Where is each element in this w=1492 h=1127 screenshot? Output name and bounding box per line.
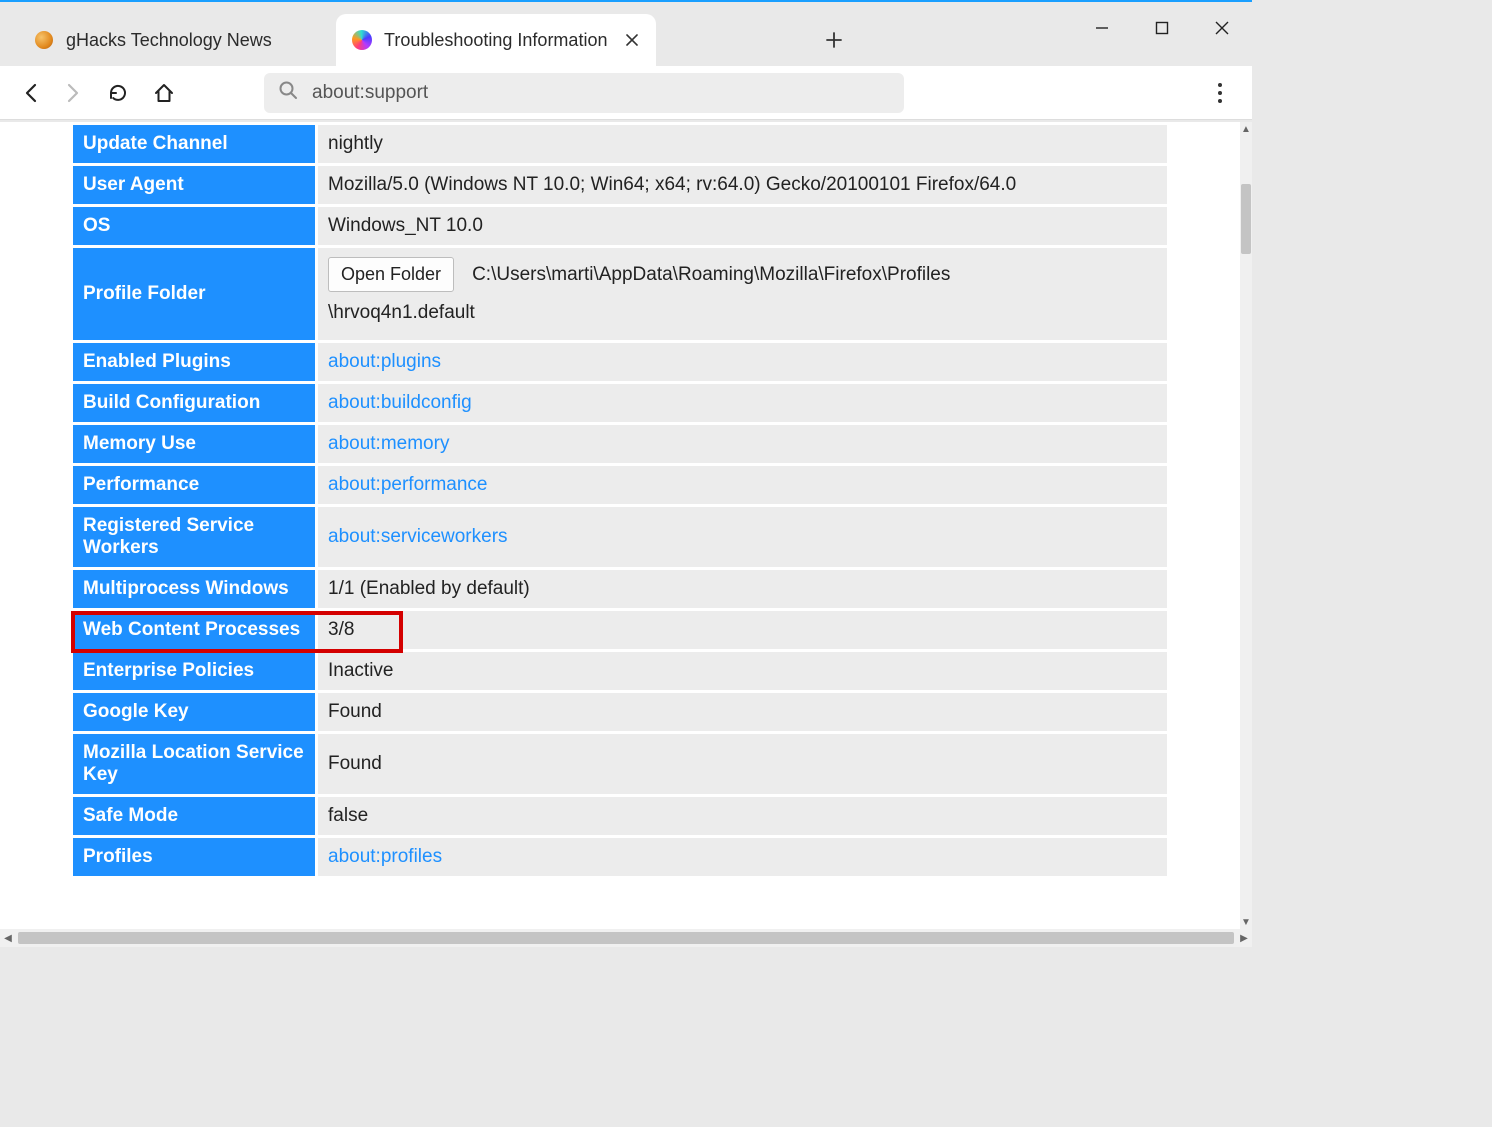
scroll-thumb[interactable] [18, 932, 1234, 944]
profile-path: C:\Users\marti\AppData\Roaming\Mozilla\F… [472, 264, 950, 285]
row-label: OS [73, 207, 315, 245]
profile-path: \hrvoq4n1.default [328, 302, 475, 323]
table-row: Update Channelnightly [73, 125, 1167, 163]
about-link[interactable]: about:serviceworkers [328, 526, 508, 547]
row-label: Profiles [73, 838, 315, 876]
home-button[interactable] [144, 73, 184, 113]
scroll-down-icon[interactable]: ▼ [1240, 915, 1252, 929]
search-icon [278, 80, 298, 105]
row-label: Mozilla Location Service Key [73, 734, 315, 794]
row-label: Memory Use [73, 425, 315, 463]
row-label: User Agent [73, 166, 315, 204]
tab-troubleshooting[interactable]: Troubleshooting Information [336, 14, 656, 66]
window-controls [1072, 2, 1252, 54]
row-label: Web Content Processes [73, 611, 315, 649]
table-row: Mozilla Location Service KeyFound [73, 734, 1167, 794]
open-folder-button[interactable]: Open Folder [328, 257, 454, 292]
table-row: Performance about:performance [73, 466, 1167, 504]
table-row: Web Content Processes3/8 [73, 611, 1167, 649]
titlebar: gHacks Technology News Troubleshooting I… [0, 2, 1252, 66]
minimize-button[interactable] [1072, 5, 1132, 51]
table-row: Enabled Plugins about:plugins [73, 343, 1167, 381]
row-value: about:buildconfig [318, 384, 1167, 422]
about-link[interactable]: about:buildconfig [328, 392, 472, 413]
back-button[interactable] [12, 73, 52, 113]
row-label: Google Key [73, 693, 315, 731]
table-row: Enterprise PoliciesInactive [73, 652, 1167, 690]
row-value: false [318, 797, 1167, 835]
row-label: Enabled Plugins [73, 343, 315, 381]
row-value: about:performance [318, 466, 1167, 504]
table-row: Profiles about:profiles [73, 838, 1167, 876]
row-label: Multiprocess Windows [73, 570, 315, 608]
page-content: Update ChannelnightlyUser AgentMozilla/5… [0, 122, 1240, 929]
maximize-button[interactable] [1132, 5, 1192, 51]
overflow-menu-button[interactable] [1200, 73, 1240, 113]
table-row: Profile Folder Open Folder C:\Users\marti\… [73, 248, 1167, 340]
url-input[interactable] [312, 82, 890, 104]
toolbar [0, 66, 1252, 120]
row-value: about:memory [318, 425, 1167, 463]
table-row: Registered Service Workers about:servicew… [73, 507, 1167, 567]
row-label: Build Configuration [73, 384, 315, 422]
row-value: about:plugins [318, 343, 1167, 381]
row-label: Performance [73, 466, 315, 504]
tab-ghacks[interactable]: gHacks Technology News [18, 14, 328, 66]
ghacks-favicon [34, 30, 54, 50]
table-row: Build Configuration about:buildconfig [73, 384, 1167, 422]
row-value: nightly [318, 125, 1167, 163]
row-value: about:serviceworkers [318, 507, 1167, 567]
row-value: Found [318, 734, 1167, 794]
horizontal-scrollbar[interactable]: ◀ ▶ [0, 929, 1252, 947]
scroll-up-icon[interactable]: ▲ [1240, 122, 1252, 136]
tab-title: gHacks Technology News [66, 30, 314, 51]
row-value: Inactive [318, 652, 1167, 690]
row-label: Safe Mode [73, 797, 315, 835]
table-row: OSWindows_NT 10.0 [73, 207, 1167, 245]
close-window-button[interactable] [1192, 5, 1252, 51]
row-value: 3/8 [318, 611, 1167, 649]
row-value: Found [318, 693, 1167, 731]
row-label: Profile Folder [73, 248, 315, 340]
forward-button[interactable] [52, 73, 92, 113]
scroll-left-icon[interactable]: ◀ [0, 933, 16, 944]
close-tab-button[interactable] [622, 30, 642, 50]
new-tab-button[interactable] [816, 22, 852, 58]
scroll-right-icon[interactable]: ▶ [1236, 933, 1252, 944]
table-row: Memory Use about:memory [73, 425, 1167, 463]
about-link[interactable]: about:plugins [328, 351, 441, 372]
row-value: Mozilla/5.0 (Windows NT 10.0; Win64; x64… [318, 166, 1167, 204]
row-value: Open Folder C:\Users\marti\AppData\Roamin… [318, 248, 1167, 340]
row-value: 1/1 (Enabled by default) [318, 570, 1167, 608]
firefox-nightly-icon [352, 30, 372, 50]
url-bar[interactable] [264, 73, 904, 113]
about-link[interactable]: about:memory [328, 433, 449, 454]
reload-button[interactable] [98, 73, 138, 113]
scroll-thumb[interactable] [1241, 184, 1251, 254]
vertical-scrollbar[interactable]: ▲ ▼ [1240, 122, 1252, 929]
row-value: Windows_NT 10.0 [318, 207, 1167, 245]
row-label: Update Channel [73, 125, 315, 163]
table-row: User AgentMozilla/5.0 (Windows NT 10.0; … [73, 166, 1167, 204]
row-label: Enterprise Policies [73, 652, 315, 690]
table-row: Multiprocess Windows1/1 (Enabled by defa… [73, 570, 1167, 608]
table-row: Safe Modefalse [73, 797, 1167, 835]
row-value: about:profiles [318, 838, 1167, 876]
support-info-table: Update ChannelnightlyUser AgentMozilla/5… [70, 122, 1170, 879]
table-row: Google KeyFound [73, 693, 1167, 731]
row-label: Registered Service Workers [73, 507, 315, 567]
about-link[interactable]: about:performance [328, 474, 488, 495]
tab-title: Troubleshooting Information [384, 30, 612, 51]
about-link[interactable]: about:profiles [328, 846, 442, 867]
